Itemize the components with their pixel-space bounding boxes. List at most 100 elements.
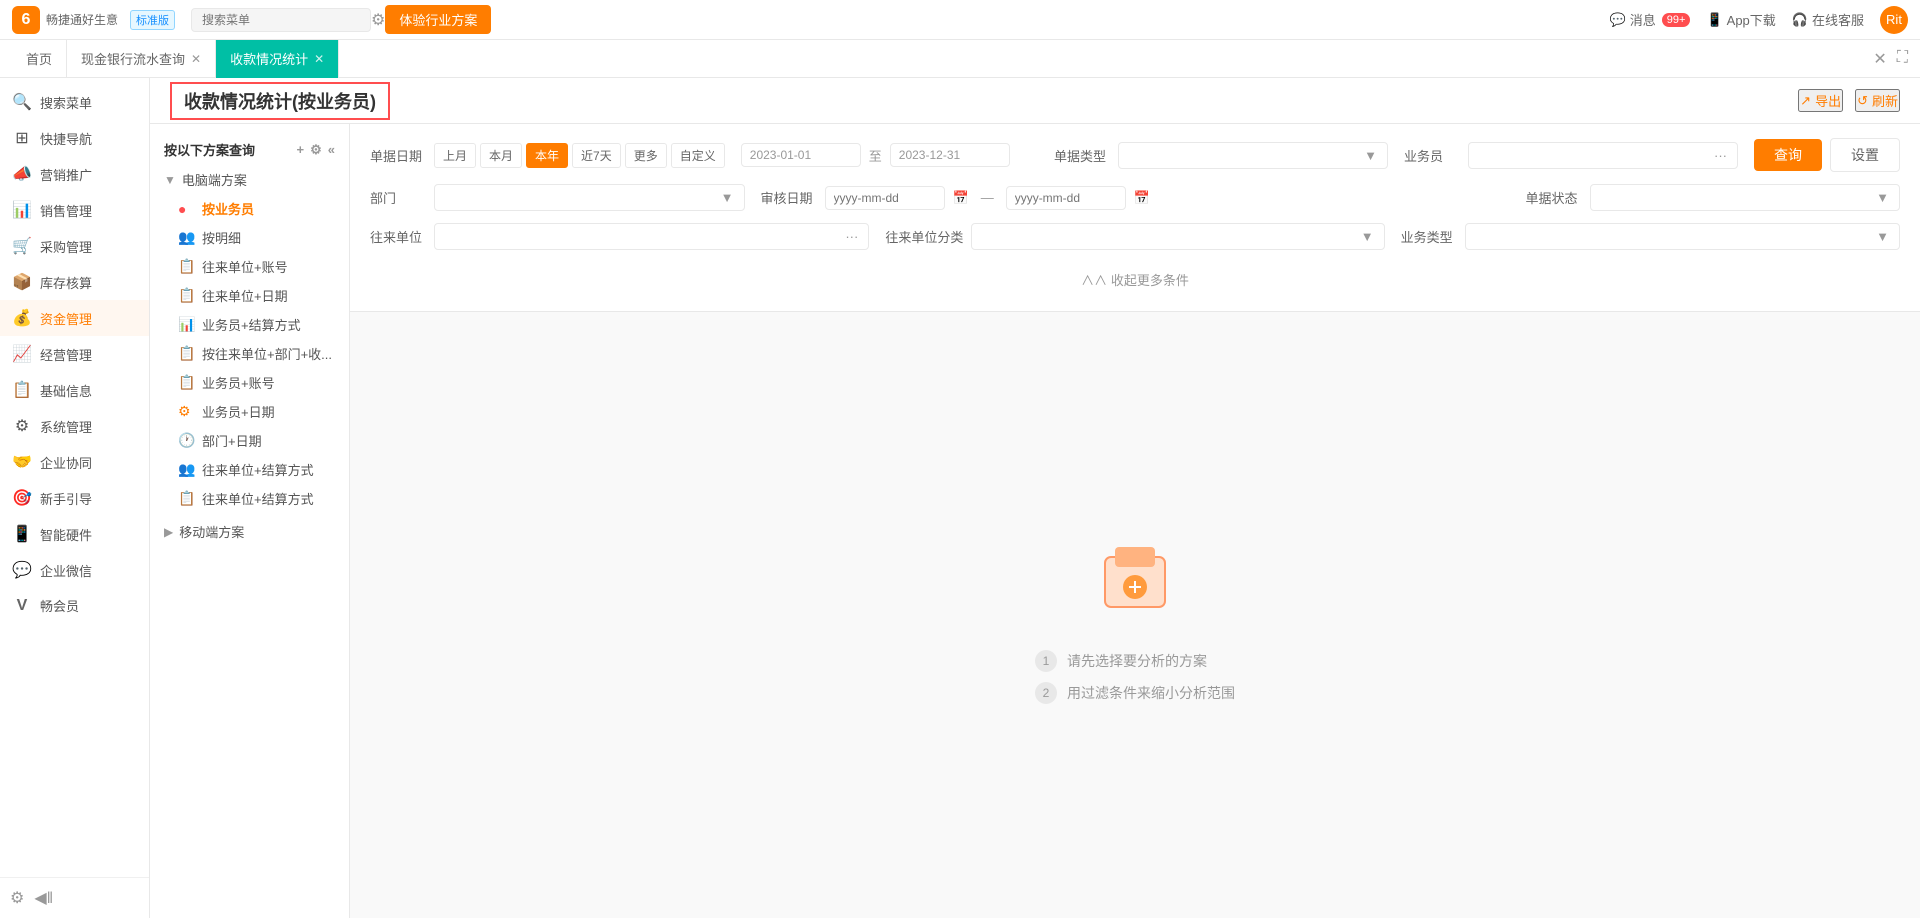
sidebar-item-purchase[interactable]: 🛒 采购管理 [0,228,149,264]
query-button[interactable]: 查询 [1754,139,1822,171]
partner-cat-dropdown-icon: ▼ [1361,229,1374,244]
scheme-header-icons: + ⚙ « [297,142,335,158]
salesman-label: 业务员 [1404,146,1460,165]
settings-bottom-icon[interactable]: ⚙ [10,888,24,908]
review-date-label: 审核日期 [761,188,817,207]
export-button[interactable]: ↗ 导出 [1798,89,1843,112]
messages-link[interactable]: 💬 消息 99+ [1610,10,1691,29]
tabs-expand-icon[interactable]: ⛶ [1897,49,1908,69]
review-date-end[interactable] [1006,186,1126,210]
sidebar-item-enterprise[interactable]: 🤝 企业协同 [0,444,149,480]
filter-dept-item: 部门 ▼ [370,184,745,211]
app-download-link[interactable]: 📱 App下载 [1706,10,1775,29]
tabs-close-icon[interactable]: ✕ [1873,49,1886,69]
sidebar-item-quick-nav[interactable]: ⊞ 快捷导航 [0,120,149,156]
set-button[interactable]: 设置 [1830,138,1900,172]
partner-label: 往来单位 [370,227,426,246]
collapse-sidebar-icon[interactable]: ◀‖ [34,888,53,908]
scheme-item-partner-account[interactable]: 📋 往来单位+账号 [150,252,349,281]
sidebar-item-inventory[interactable]: 📦 库存核算 [0,264,149,300]
tab-home[interactable]: 首页 [12,40,67,78]
scheme-item-partner-date[interactable]: 📋 往来单位+日期 [150,281,349,310]
sidebar-item-enterprise-wechat[interactable]: 💬 企业微信 [0,552,149,588]
filter-partner-category-item: 往来单位分类 ▼ [885,223,1384,250]
tab-collection-stat-close[interactable]: ✕ [314,52,324,66]
date-btn-last-month[interactable]: 上月 [434,143,476,168]
scheme-item-by-salesman[interactable]: ● 按业务员 [150,194,349,223]
doc-type-select[interactable]: ▼ [1118,142,1388,169]
tab-bank-flow[interactable]: 现金银行流水查询 ✕ [67,40,216,78]
main-content: 按以下方案查询 + ⚙ « [150,124,1920,918]
date-btn-7days[interactable]: 近7天 [572,143,621,168]
business-type-select[interactable]: ▼ [1465,223,1900,250]
chevron-down-icon: ▼ [164,173,176,187]
date-btn-custom[interactable]: 自定义 [671,143,725,168]
scheme-collapse-icon[interactable]: « [328,142,335,158]
scheme-item-dept-date[interactable]: 🕐 部门+日期 [150,426,349,455]
salesman-select[interactable]: ··· [1468,142,1738,169]
system-icon: ⚙ [12,416,32,436]
scheme-item-by-detail[interactable]: 👥 按明细 [150,223,349,252]
tab-collection-stat[interactable]: 收款情况统计 ✕ [216,40,339,78]
cal-end-icon[interactable]: 📅 [1134,190,1150,206]
business-type-label: 业务类型 [1401,227,1457,246]
quick-nav-icon: ⊞ [12,128,32,148]
date-btn-more[interactable]: 更多 [625,143,667,168]
filter-doc-type-item: 单据类型 ▼ [1054,142,1388,169]
operations-icon: 📈 [12,344,32,364]
date-start-input[interactable] [741,143,861,167]
partner-settle-icon: 👥 [178,461,196,478]
empty-state: 1 请先选择要分析的方案 2 用过滤条件来缩小分析范围 [350,312,1920,918]
sidebar-item-basic-info[interactable]: 📋 基础信息 [0,372,149,408]
sidebar-item-operations[interactable]: 📈 经营管理 [0,336,149,372]
sidebar-item-smart-hardware[interactable]: 📱 智能硬件 [0,516,149,552]
date-btn-this-year[interactable]: 本年 [526,143,568,168]
scheme-group-mobile-title[interactable]: ▶ 移动端方案 [150,517,349,546]
sidebar-item-guide[interactable]: 🎯 新手引导 [0,480,149,516]
scheme-group-desktop-title[interactable]: ▼ 电脑端方案 [150,165,349,194]
scheme-add-icon[interactable]: + [297,142,305,158]
service-icon: 🎧 [1792,12,1808,28]
filter-content: 单据日期 上月 本月 本年 近7天 更多 自定义 [350,124,1920,918]
user-avatar[interactable]: Rit [1880,6,1908,34]
scheme-item-partner-settle[interactable]: 👥 往来单位+结算方式 [150,455,349,484]
sidebar-item-system[interactable]: ⚙ 系统管理 [0,408,149,444]
trial-button[interactable]: 体验行业方案 [385,5,491,34]
sidebar-bottom: ⚙ ◀‖ [0,877,149,918]
search-menu-icon: 🔍 [12,92,32,112]
refresh-button[interactable]: ↺ 刷新 [1855,89,1900,112]
date-range-separator: 至 [865,146,886,165]
dept-select[interactable]: ▼ [434,184,745,211]
sidebar-item-sales[interactable]: 📊 销售管理 [0,192,149,228]
tip-num-1: 1 [1035,650,1057,672]
smart-hardware-icon: 📱 [12,524,32,544]
date-end-input[interactable] [890,143,1010,167]
salesman-account-icon: 📋 [178,374,196,391]
tab-bank-flow-close[interactable]: ✕ [191,52,201,66]
review-date-start[interactable] [825,186,945,210]
date-label: 单据日期 [370,146,426,165]
scheme-item-salesman-settle[interactable]: 📊 业务员+结算方式 [150,310,349,339]
gear-icon[interactable]: ⚙ [371,10,385,30]
top-search-input[interactable] [191,8,371,32]
doc-status-select[interactable]: ▼ [1590,184,1901,211]
date-btn-this-month[interactable]: 本月 [480,143,522,168]
partner-input[interactable]: ··· [434,223,869,250]
scheme-item-partner-settle2[interactable]: 📋 往来单位+结算方式 [150,484,349,513]
online-service-link[interactable]: 🎧 在线客服 [1792,10,1864,29]
messages-badge: 99+ [1662,13,1691,27]
partner-category-select[interactable]: ▼ [971,223,1384,250]
scheme-item-partner-dept[interactable]: 📋 按往来单位+部门+收... [150,339,349,368]
logo-area: 6 畅捷通好生意 标准版 [12,6,175,34]
sidebar-item-search-menu[interactable]: 🔍 搜索菜单 [0,84,149,120]
sidebar-item-member[interactable]: V 畅会员 [0,588,149,623]
scheme-item-salesman-date[interactable]: ⚙ 业务员+日期 [150,397,349,426]
detail-icon: 👥 [178,229,196,246]
collapse-button[interactable]: ∧∧ 收起更多条件 [370,262,1900,297]
cal-start-icon[interactable]: 📅 [953,190,969,206]
doc-type-label: 单据类型 [1054,146,1110,165]
scheme-settings-icon[interactable]: ⚙ [310,142,322,158]
sidebar-item-marketing[interactable]: 📣 营销推广 [0,156,149,192]
scheme-item-salesman-account[interactable]: 📋 业务员+账号 [150,368,349,397]
sidebar-item-funds[interactable]: 💰 资金管理 [0,300,149,336]
